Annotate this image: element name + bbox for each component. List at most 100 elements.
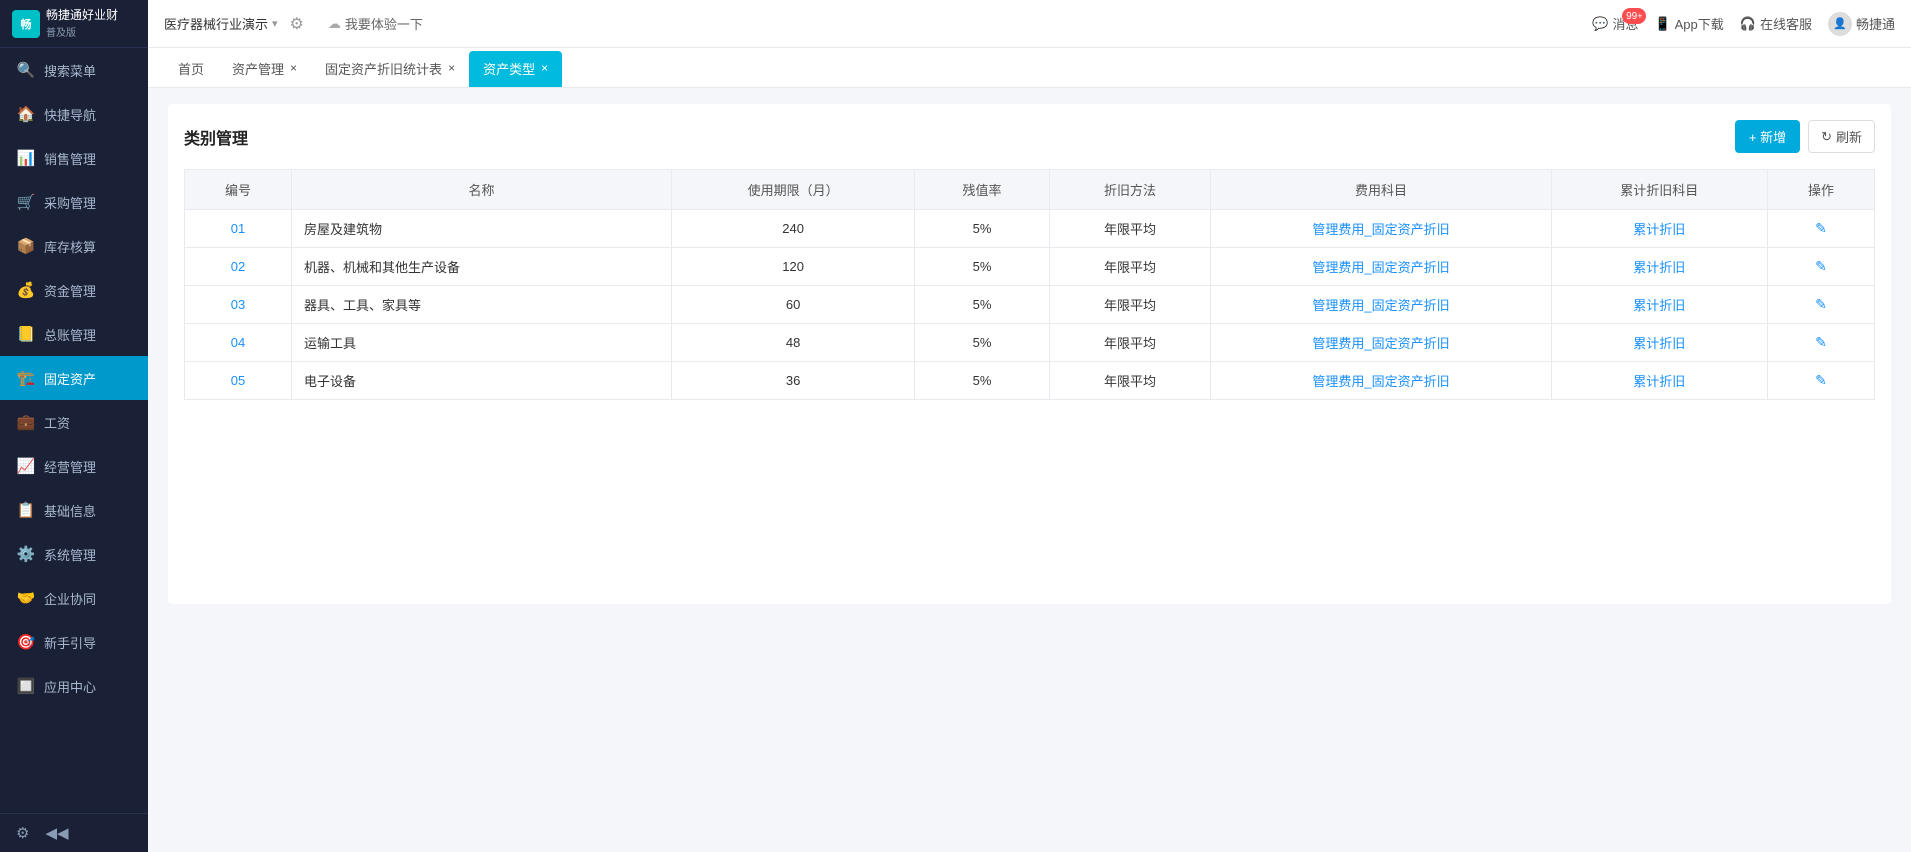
purchase-icon: 🛒: [16, 192, 36, 212]
sidebar-item-wages[interactable]: 💼 工资: [0, 400, 148, 444]
experience-button[interactable]: ☁ 我要体验一下: [328, 14, 423, 33]
app-download-button[interactable]: 📱 App下载: [1654, 14, 1723, 33]
expense-link[interactable]: 管理费用_固定资产折旧: [1312, 260, 1449, 275]
sidebar-item-ledger[interactable]: 📒 总账管理: [0, 312, 148, 356]
cell-residual: 5%: [915, 210, 1049, 248]
sidebar-item-purchase[interactable]: 🛒 采购管理: [0, 180, 148, 224]
topbar-gear-icon[interactable]: ⚙: [290, 14, 304, 34]
edit-button[interactable]: ✎: [1815, 258, 1827, 274]
row-code-link[interactable]: 05: [231, 373, 245, 388]
row-code-link[interactable]: 03: [231, 297, 245, 312]
quicknav-icon: 🏠: [16, 104, 36, 124]
tab-label: 固定资产折旧统计表: [325, 59, 442, 78]
row-code-link[interactable]: 04: [231, 335, 245, 350]
page-header: 类别管理 + 新增 ↻ 刷新: [184, 120, 1875, 153]
tab-depreciation_table[interactable]: 固定资产折旧统计表 ×: [311, 51, 469, 87]
tab-close-icon[interactable]: ×: [541, 61, 548, 75]
row-code-link[interactable]: 02: [231, 259, 245, 274]
sidebar-item-inventory[interactable]: 📦 库存核算: [0, 224, 148, 268]
cell-method: 年限平均: [1049, 248, 1211, 286]
sidebar-item-fixed[interactable]: 🏗️ 固定资产: [0, 356, 148, 400]
row-code-link[interactable]: 01: [231, 221, 245, 236]
sidebar-item-funds[interactable]: 💰 资金管理: [0, 268, 148, 312]
sidebar-item-label: 库存核算: [44, 237, 96, 256]
accum-link[interactable]: 累计折旧: [1633, 260, 1685, 275]
tab-close-icon[interactable]: ×: [448, 61, 455, 75]
expense-link[interactable]: 管理费用_固定资产折旧: [1312, 374, 1449, 389]
sidebar-item-basic[interactable]: 📋 基础信息: [0, 488, 148, 532]
cell-name: 运输工具: [292, 324, 672, 362]
sales-icon: 📊: [16, 148, 36, 168]
cell-code: 04: [185, 324, 292, 362]
new-button[interactable]: + 新增: [1735, 120, 1800, 153]
tab-asset_mgmt[interactable]: 资产管理×: [218, 51, 311, 87]
message-badge: 99+: [1622, 8, 1646, 24]
cell-residual: 5%: [915, 324, 1049, 362]
sidebar-item-label: 快捷导航: [44, 105, 96, 124]
col-header-life: 使用期限（月）: [671, 170, 914, 210]
refresh-label: 刷新: [1836, 127, 1862, 146]
cell-method: 年限平均: [1049, 324, 1211, 362]
col-header-name: 名称: [292, 170, 672, 210]
table-row: 05 电子设备 36 5% 年限平均 管理费用_固定资产折旧 累计折旧 ✎: [185, 362, 1875, 400]
expense-link[interactable]: 管理费用_固定资产折旧: [1312, 222, 1449, 237]
sidebar-item-search[interactable]: 🔍 搜索菜单: [0, 48, 148, 92]
cell-action: ✎: [1767, 362, 1874, 400]
accum-link[interactable]: 累计折旧: [1633, 374, 1685, 389]
corp-icon: 🤝: [16, 588, 36, 608]
message-button[interactable]: 💬 消息 99+: [1592, 14, 1638, 33]
app-download-label: App下载: [1675, 14, 1724, 33]
sidebar-item-label: 基础信息: [44, 501, 96, 520]
sidebar-item-label: 总账管理: [44, 325, 96, 344]
edit-button[interactable]: ✎: [1815, 372, 1827, 388]
edit-button[interactable]: ✎: [1815, 296, 1827, 312]
cell-accum: 累计折旧: [1551, 324, 1767, 362]
cloud-icon: ☁: [328, 16, 341, 32]
table-row: 02 机器、机械和其他生产设备 120 5% 年限平均 管理费用_固定资产折旧 …: [185, 248, 1875, 286]
sidebar-item-corp[interactable]: 🤝 企业协同: [0, 576, 148, 620]
cell-code: 02: [185, 248, 292, 286]
sidebar-item-guide[interactable]: 🎯 新手引导: [0, 620, 148, 664]
collapse-icon[interactable]: ◀◀: [45, 824, 68, 842]
tab-home[interactable]: 首页: [164, 51, 218, 87]
expense-link[interactable]: 管理费用_固定资产折旧: [1312, 336, 1449, 351]
edit-button[interactable]: ✎: [1815, 220, 1827, 236]
funds-icon: 💰: [16, 280, 36, 300]
app-name: 畅捷通好业财: [46, 8, 118, 24]
cell-accum: 累计折旧: [1551, 362, 1767, 400]
ops-icon: 📈: [16, 456, 36, 476]
table-header: 编号名称使用期限（月）残值率折旧方法费用科目累计折旧科目操作: [185, 170, 1875, 210]
tab-close-icon[interactable]: ×: [290, 61, 297, 75]
system-icon: ⚙️: [16, 544, 36, 564]
accum-link[interactable]: 累计折旧: [1633, 336, 1685, 351]
sidebar-item-label: 采购管理: [44, 193, 96, 212]
sidebar-item-quicknav[interactable]: 🏠 快捷导航: [0, 92, 148, 136]
sidebar-item-ops[interactable]: 📈 经营管理: [0, 444, 148, 488]
tab-asset_type[interactable]: 资产类型×: [469, 51, 562, 87]
topbar: 医疗器械行业演示 ▾ ⚙ ☁ 我要体验一下 💬 消息 99+ 📱 App下载 🎧…: [148, 0, 1911, 48]
support-button[interactable]: 🎧 在线客服: [1740, 14, 1812, 33]
accum-link[interactable]: 累计折旧: [1633, 298, 1685, 313]
sidebar-item-sales[interactable]: 📊 销售管理: [0, 136, 148, 180]
tabs-bar: 首页资产管理×固定资产折旧统计表×资产类型×: [148, 48, 1911, 88]
sidebar-item-system[interactable]: ⚙️ 系统管理: [0, 532, 148, 576]
sidebar-item-label: 销售管理: [44, 149, 96, 168]
edit-button[interactable]: ✎: [1815, 334, 1827, 350]
sidebar-item-label: 企业协同: [44, 589, 96, 608]
settings-icon[interactable]: ⚙: [16, 824, 29, 842]
cell-accum: 累计折旧: [1551, 210, 1767, 248]
message-icon: 💬: [1592, 16, 1608, 32]
cell-expense: 管理费用_固定资产折旧: [1211, 286, 1551, 324]
expense-link[interactable]: 管理费用_固定资产折旧: [1312, 298, 1449, 313]
chevron-down-icon: ▾: [272, 17, 278, 30]
user-menu[interactable]: 👤 畅捷通: [1828, 12, 1895, 36]
industry-selector[interactable]: 医疗器械行业演示 ▾: [164, 14, 278, 33]
cell-residual: 5%: [915, 286, 1049, 324]
accum-link[interactable]: 累计折旧: [1633, 222, 1685, 237]
col-header-expense: 费用科目: [1211, 170, 1551, 210]
sidebar-item-apps[interactable]: 🔲 应用中心: [0, 664, 148, 708]
page-card: 类别管理 + 新增 ↻ 刷新 编号名称使用期限（月）残值率折旧方法费用科目累计折…: [168, 104, 1891, 604]
header-actions: + 新增 ↻ 刷新: [1735, 120, 1875, 153]
refresh-button[interactable]: ↻ 刷新: [1808, 120, 1875, 153]
cell-life: 36: [671, 362, 914, 400]
